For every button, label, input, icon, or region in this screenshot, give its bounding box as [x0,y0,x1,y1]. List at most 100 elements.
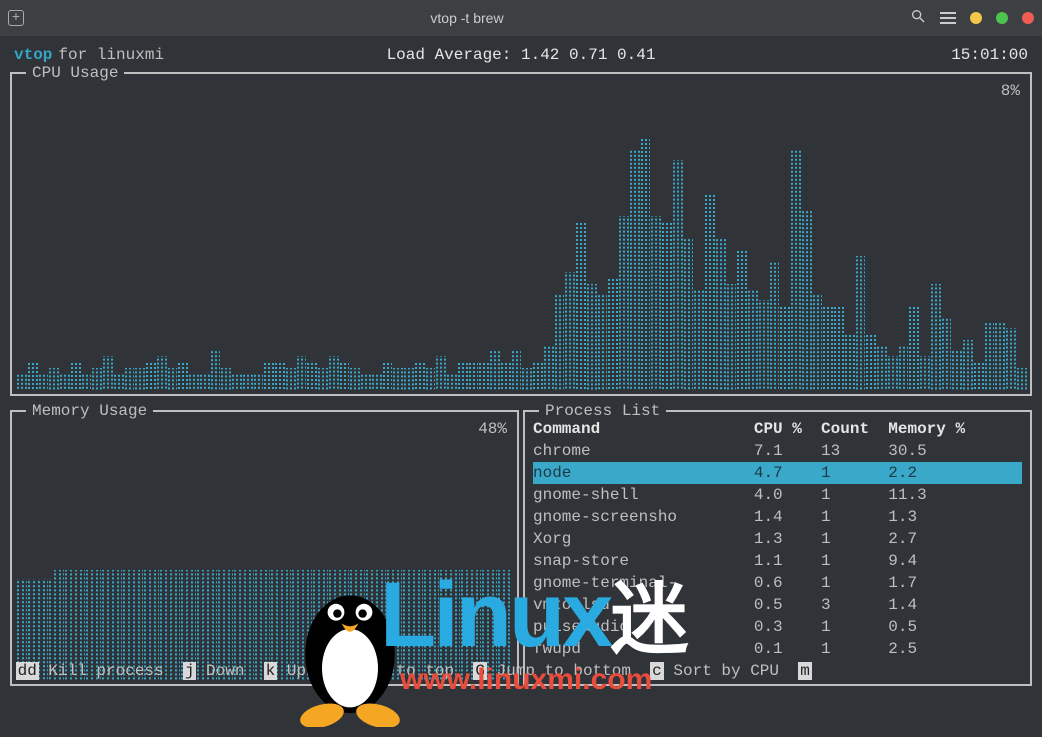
cpu-bar [618,216,629,390]
cpu-panel-title: CPU Usage [26,62,124,84]
cpu-bar [156,356,167,390]
cpu-bar [844,334,855,390]
menu-icon[interactable] [940,12,956,24]
cpu-bar [941,317,952,390]
cpu-bar [296,356,307,390]
cpu-bar [468,362,479,390]
cpu-bar [919,356,930,390]
cpu-bar [994,323,1005,390]
cpu-bar [231,373,242,390]
keyhint-key: G [473,662,487,680]
minimize-icon[interactable] [970,12,982,24]
process-row[interactable]: fwupd 0.1 1 2.5 [533,638,1022,660]
process-row[interactable]: gnome-shell 4.0 1 11.3 [533,484,1022,506]
cpu-bar [607,278,618,390]
cpu-bar [801,211,812,390]
cpu-bar [790,149,801,390]
cpu-bar [1005,328,1016,390]
cpu-bar [511,351,522,390]
cpu-bar [661,222,672,390]
cpu-percent: 8% [1001,80,1020,102]
cpu-bar [317,368,328,390]
cpu-bar [1016,368,1027,390]
process-list-panel: Process List Command CPU % Count Memory … [523,410,1032,686]
process-row[interactable]: gnome-screensho 1.4 1 1.3 [533,506,1022,528]
cpu-bar [478,362,489,390]
cpu-bar [274,362,285,390]
cpu-bar [586,284,597,390]
search-icon[interactable] [910,8,926,29]
memory-percent: 48% [478,418,507,440]
cpu-bar [242,373,253,390]
cpu-bar [876,345,887,390]
cpu-bar [887,356,898,390]
cpu-bar [91,368,102,390]
cpu-bar [715,239,726,390]
cpu-bar [435,356,446,390]
process-row[interactable]: pulseaudio 0.3 1 0.5 [533,616,1022,638]
cpu-bar [984,323,995,390]
cpu-bar [167,368,178,390]
cpu-bar [683,239,694,390]
cpu-bar [769,261,780,390]
cpu-bar [328,356,339,390]
cpu-bar [263,362,274,390]
cpu-bar [855,256,866,390]
memory-usage-panel: Memory Usage 48% [10,410,519,686]
cpu-bar [908,306,919,390]
process-row[interactable]: vmtoolsd 0.5 3 1.4 [533,594,1022,616]
process-row[interactable]: Xorg 1.3 1 2.7 [533,528,1022,550]
cpu-bar [736,250,747,390]
cpu-bar [521,368,532,390]
cpu-bar [70,362,81,390]
header-line: vtop for linuxmi Load Average: 1.42 0.71… [4,36,1038,70]
new-tab-icon[interactable]: + [8,10,24,26]
cpu-bar [392,368,403,390]
cpu-bar [500,362,511,390]
window-titlebar: + vtop -t brew [0,0,1042,36]
cpu-bar [210,351,221,390]
cpu-bar [833,306,844,390]
cpu-bar [371,373,382,390]
cpu-bar [48,368,59,390]
cpu-bar [672,160,683,390]
cpu-bar [199,373,210,390]
cpu-bar [930,284,941,390]
process-row[interactable]: chrome 7.1 13 30.5 [533,440,1022,462]
cpu-bar [188,373,199,390]
cpu-bar [253,373,264,390]
terminal-content: vtop for linuxmi Load Average: 1.42 0.71… [0,36,1042,686]
keyhint-key: k [264,662,278,680]
close-icon[interactable] [1022,12,1034,24]
maximize-icon[interactable] [996,12,1008,24]
cpu-bar [220,368,231,390]
cpu-bar [102,356,113,390]
cpu-bar [597,295,608,390]
process-row[interactable]: node 4.7 1 2.2 [533,462,1022,484]
cpu-bar [27,362,38,390]
process-table[interactable]: Command CPU % Count Memory %chrome 7.1 1… [525,412,1030,666]
cpu-bar [951,351,962,390]
memory-panel-title: Memory Usage [26,400,153,422]
cpu-bar [16,373,27,390]
cpu-bar [134,368,145,390]
clock: 15:01:00 [951,44,1028,66]
cpu-bar [973,362,984,390]
cpu-bar [629,149,640,390]
process-panel-title: Process List [539,400,666,422]
keyhint-key: m [798,662,812,680]
cpu-bar [812,295,823,390]
cpu-bar [285,368,296,390]
process-row[interactable]: gnome-terminal- 0.6 1 1.7 [533,572,1022,594]
process-row[interactable]: snap-store 1.1 1 9.4 [533,550,1022,572]
cpu-bar [360,373,371,390]
keyhint-key: j [183,662,197,680]
cpu-bar [124,368,135,390]
cpu-bar [414,362,425,390]
memory-chart [16,450,513,680]
cpu-bar [726,284,737,390]
cpu-bar [779,306,790,390]
cpu-bar [640,138,651,390]
cpu-bar [403,368,414,390]
cpu-bar [554,295,565,390]
